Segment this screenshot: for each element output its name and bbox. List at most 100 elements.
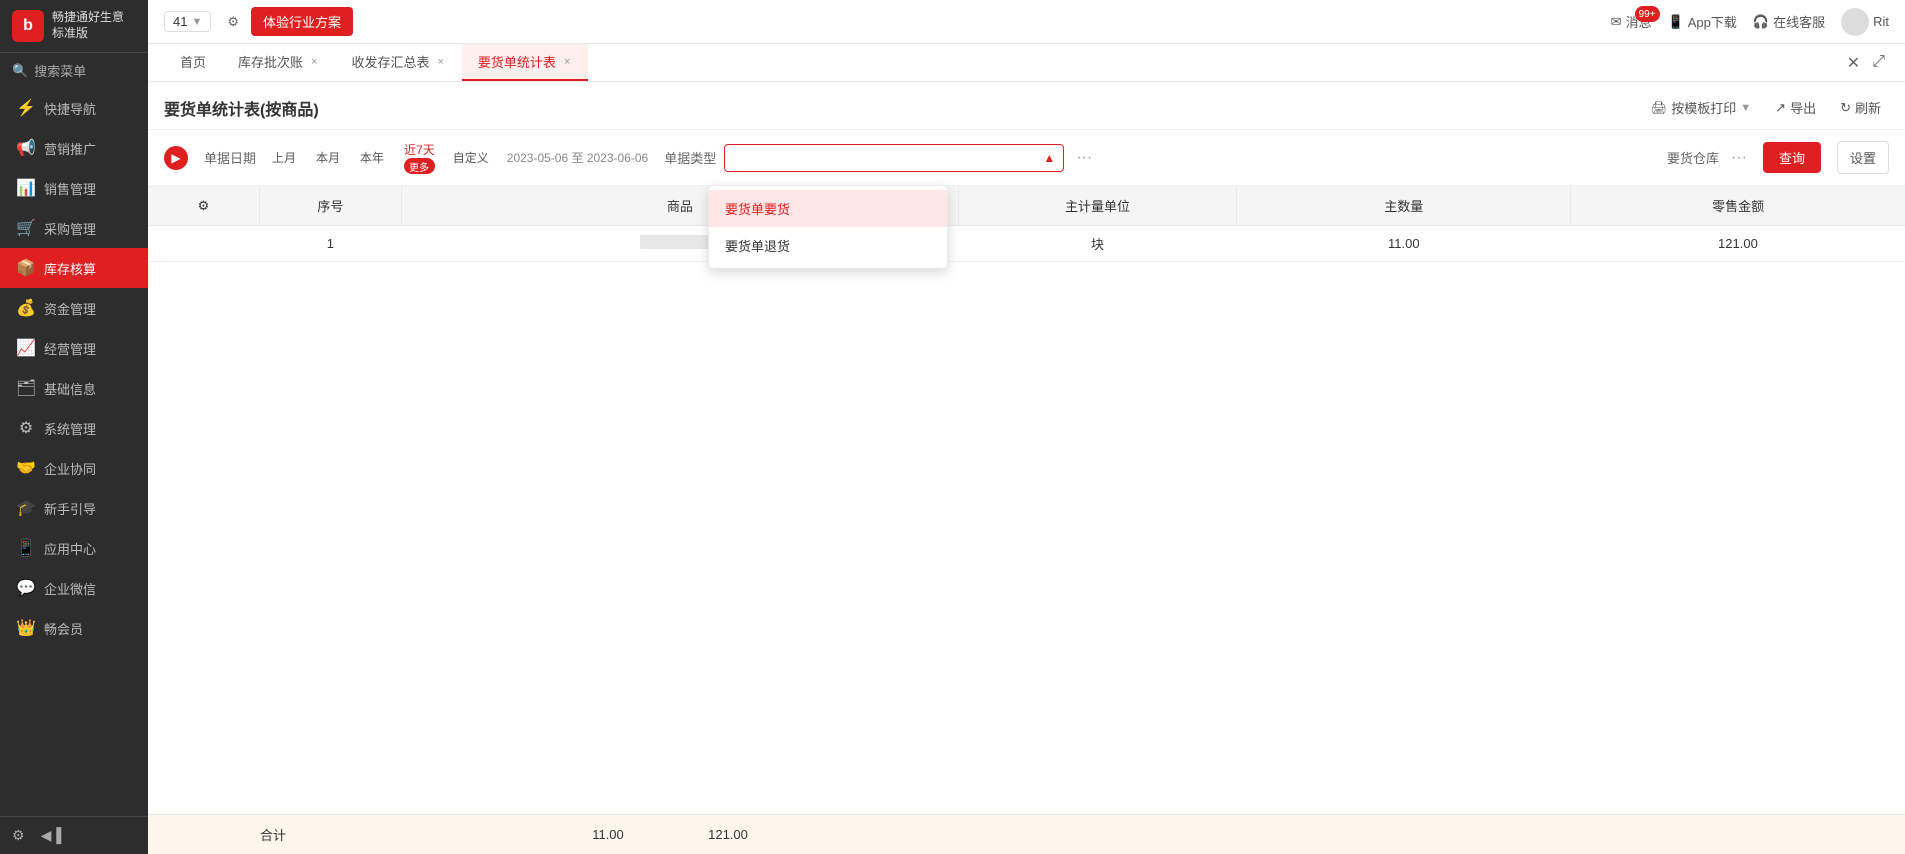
- td-unit: 块: [958, 226, 1236, 262]
- table-row: 1 块 11.00 121.00: [148, 226, 1905, 262]
- sidebar-item-marketing[interactable]: 📢 营销推广: [0, 128, 148, 168]
- type-select[interactable]: ▲: [724, 144, 1064, 172]
- th-amount: 零售金额: [1571, 186, 1905, 226]
- wechat-icon: 💬: [16, 578, 36, 598]
- shortcut-this-year[interactable]: 本年: [352, 146, 392, 169]
- members-icon: 👑: [16, 618, 36, 638]
- online-service-btn[interactable]: 🎧 在线客服: [1753, 12, 1825, 31]
- app-download-icon: 📱: [1668, 14, 1684, 30]
- sidebar-item-wechat[interactable]: 💬 企业微信: [0, 568, 148, 608]
- tab-requisition-stat[interactable]: 要货单统计表 ×: [462, 44, 588, 81]
- query-btn[interactable]: 查询: [1763, 142, 1821, 173]
- data-table: ⚙ 序号 商品 主计量单位 主数: [148, 186, 1905, 262]
- messages-btn[interactable]: ✉ 消息 99+: [1611, 12, 1652, 31]
- shortcut-7days[interactable]: 近7天 更多: [396, 138, 443, 177]
- topbar-right: ✉ 消息 99+ 📱 App下载 🎧 在线客服 Rit: [1611, 8, 1889, 36]
- collapse-btn[interactable]: ◀▐: [41, 827, 62, 844]
- app-center-icon: 📱: [16, 538, 36, 558]
- tab-close-receive-summary[interactable]: ×: [435, 55, 445, 69]
- print-btn[interactable]: 🖨 按模板打印 ▼: [1643, 94, 1759, 121]
- shortcut-this-month[interactable]: 本月: [308, 146, 348, 169]
- page-inner: 要货单统计表(按商品) 🖨 按模板打印 ▼ ↗ 导出 ↻ 刷新: [148, 82, 1905, 854]
- sidebar-item-finance[interactable]: 💰 资金管理: [0, 288, 148, 328]
- sales-icon: 📊: [16, 178, 36, 198]
- topbar: 41 ▼ ⚙ 体验行业方案 ✉ 消息 99+ 📱 App下载 🎧 在线客服 Ri…: [148, 0, 1905, 44]
- tab-close-all-btn[interactable]: ✕: [1843, 51, 1864, 75]
- page-title: 要货单统计表(按商品): [164, 96, 319, 120]
- operations-icon: 📈: [16, 338, 36, 358]
- tab-home[interactable]: 首页: [164, 44, 222, 81]
- sidebar-item-operations[interactable]: 📈 经营管理: [0, 328, 148, 368]
- sidebar-item-quick-nav[interactable]: ⚡ 快捷导航: [0, 88, 148, 128]
- th-quantity: 主数量: [1237, 186, 1571, 226]
- tab-close-batch-account[interactable]: ×: [309, 55, 319, 69]
- th-unit: 主计量单位: [958, 186, 1236, 226]
- date-range-display: 2023-05-06 至 2023-06-06: [507, 149, 648, 166]
- messages-icon: ✉: [1611, 14, 1622, 30]
- footer-amount: 121.00: [668, 827, 788, 842]
- td-quantity: 11.00: [1237, 226, 1571, 262]
- settings-bottom-btn[interactable]: ⚙: [12, 827, 25, 844]
- sidebar-item-basic[interactable]: 🗂 基础信息: [0, 368, 148, 408]
- purchase-icon: 🛒: [16, 218, 36, 238]
- table-footer: 合计 11.00 121.00: [148, 814, 1905, 854]
- custom-date-btn[interactable]: 自定义: [447, 146, 495, 169]
- sidebar-item-system[interactable]: ⚙ 系统管理: [0, 408, 148, 448]
- sidebar-item-app-center[interactable]: 📱 应用中心: [0, 528, 148, 568]
- topbar-gear-icon[interactable]: ⚙: [227, 14, 239, 30]
- sidebar-nav: ⚡ 快捷导航 📢 营销推广 📊 销售管理 🛒 采购管理 📦 库存核算 💰 资金管…: [0, 88, 148, 816]
- app-download-btn[interactable]: 📱 App下载: [1668, 12, 1737, 31]
- dropdown-item-req-order[interactable]: 要货单要货: [709, 190, 947, 227]
- table-header: ⚙ 序号 商品 主计量单位 主数: [148, 186, 1905, 226]
- tab-close-requisition-stat[interactable]: ×: [562, 55, 572, 69]
- export-icon: ↗: [1775, 100, 1786, 116]
- warehouse-filter-ellipsis[interactable]: ···: [1731, 149, 1747, 167]
- user-menu[interactable]: Rit: [1841, 8, 1889, 36]
- refresh-btn[interactable]: ↻ 刷新: [1832, 94, 1889, 121]
- warehouse-filter-group: 要货仓库 ···: [1667, 148, 1747, 167]
- footer-quantity: 11.00: [548, 827, 668, 842]
- th-settings[interactable]: ⚙: [148, 186, 259, 226]
- sidebar-item-purchase[interactable]: 🛒 采购管理: [0, 208, 148, 248]
- sidebar-item-guide[interactable]: 🎓 新手引导: [0, 488, 148, 528]
- app-logo-icon: b: [12, 10, 44, 42]
- date-filter-group: 单据日期 上月 本月 本年 近7天 更多 自定义 2023-05-06 至 20…: [204, 138, 648, 177]
- th-no: 序号: [259, 186, 401, 226]
- marketing-icon: 📢: [16, 138, 36, 158]
- tab-maximize-btn[interactable]: ⤢: [1868, 51, 1889, 75]
- sidebar-item-members[interactable]: 👑 畅会员: [0, 608, 148, 648]
- settings-btn[interactable]: 设置: [1837, 141, 1889, 174]
- tab-batch-account[interactable]: 库存批次账 ×: [222, 44, 335, 81]
- footer-label: 合计: [248, 825, 448, 844]
- sidebar: b 畅捷通好生意 标准版 🔍 搜索菜单 ⚡ 快捷导航 📢 营销推广 📊 销售管理…: [0, 0, 148, 854]
- sidebar-item-inventory[interactable]: 📦 库存核算: [0, 248, 148, 288]
- sidebar-item-enterprise[interactable]: 🤝 企业协同: [0, 448, 148, 488]
- headset-icon: 🎧: [1753, 14, 1769, 30]
- search-icon: 🔍: [12, 63, 28, 79]
- main-area: 41 ▼ ⚙ 体验行业方案 ✉ 消息 99+ 📱 App下载 🎧 在线客服 Ri…: [148, 0, 1905, 854]
- basic-icon: 🗂: [16, 378, 36, 398]
- company-selector[interactable]: 41 ▼: [164, 11, 211, 32]
- sidebar-search[interactable]: 🔍 搜索菜单: [0, 53, 148, 88]
- table-wrapper: ⚙ 序号 商品 主计量单位 主数: [148, 186, 1905, 814]
- finance-icon: 💰: [16, 298, 36, 318]
- tabs-bar: 首页 库存批次账 × 收发存汇总表 × 要货单统计表 × ✕ ⤢: [148, 44, 1905, 82]
- system-icon: ⚙: [16, 418, 36, 438]
- expand-icon: ▶: [171, 151, 180, 165]
- shortcut-last-month[interactable]: 上月: [264, 146, 304, 169]
- type-select-arrow: ▲: [1043, 151, 1055, 165]
- type-filter-ellipsis[interactable]: ···: [1076, 149, 1092, 167]
- dropdown-item-req-return[interactable]: 要货单退货: [709, 227, 947, 264]
- filter-expand-btn[interactable]: ▶: [164, 146, 188, 170]
- app-logo-text: 畅捷通好生意 标准版: [52, 10, 124, 41]
- date-shortcuts: 上月 本月 本年 近7天 更多 自定义: [264, 138, 495, 177]
- inventory-icon: 📦: [16, 258, 36, 278]
- trial-btn[interactable]: 体验行业方案: [251, 7, 353, 36]
- sidebar-item-sales[interactable]: 📊 销售管理: [0, 168, 148, 208]
- tab-receive-summary[interactable]: 收发存汇总表 ×: [335, 44, 461, 81]
- quick-nav-icon: ⚡: [16, 98, 36, 118]
- more-badge[interactable]: 更多: [404, 158, 435, 174]
- export-btn[interactable]: ↗ 导出: [1767, 94, 1824, 121]
- tabs-actions: ✕ ⤢: [1843, 51, 1889, 75]
- td-settings: [148, 226, 259, 262]
